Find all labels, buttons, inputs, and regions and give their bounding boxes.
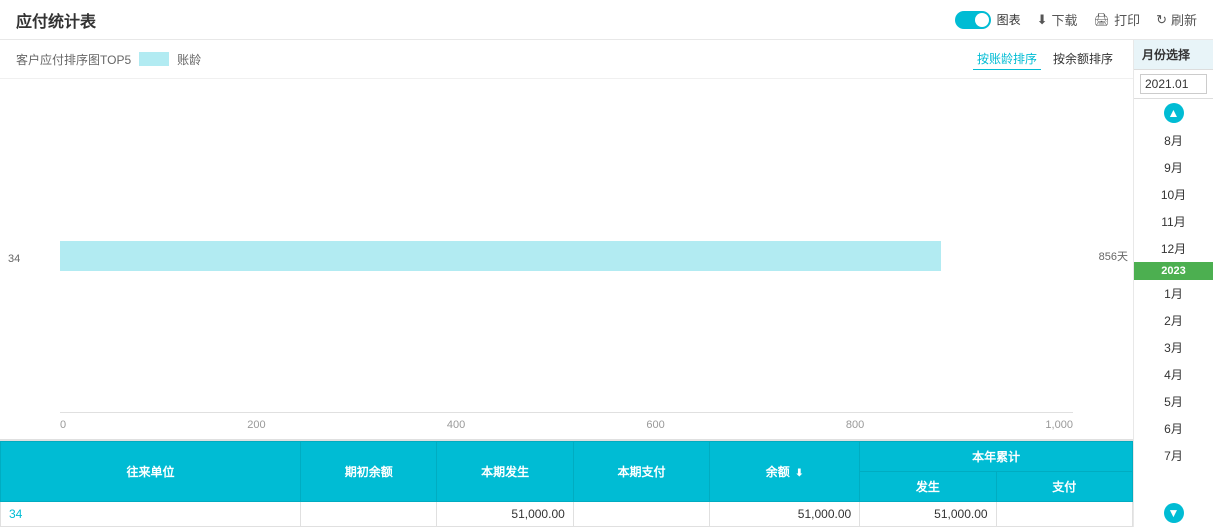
th-ytd: 本年累计 <box>860 442 1133 472</box>
sidebar-month-item[interactable]: 3月 <box>1134 334 1213 361</box>
print-button[interactable]: 🖨 打印 <box>1094 10 1141 29</box>
td-period-occur: 51,000.00 <box>437 502 573 527</box>
chart-toggle-label: 图表 <box>997 11 1021 28</box>
sidebar-nav-up[interactable]: ▲ <box>1134 99 1213 127</box>
sidebar-month-item[interactable]: 11月 <box>1134 208 1213 235</box>
chart-body: 34 856天 0 200 400 600 800 1,000 <box>0 79 1133 439</box>
chart-toggle[interactable] <box>955 11 991 29</box>
td-balance: 51,000.00 <box>710 502 860 527</box>
chart-section: 客户应付排序图TOP5 账龄 按账龄排序 按余额排序 34 856天 <box>0 40 1133 527</box>
up-arrow-icon[interactable]: ▲ <box>1164 103 1184 123</box>
bar-row: 856天 <box>60 241 1073 271</box>
sidebar-title: 月份选择 <box>1134 40 1213 70</box>
download-button[interactable]: ⬇ 下载 <box>1037 10 1078 29</box>
sidebar-month-item[interactable]: 2月 <box>1134 307 1213 334</box>
x-tick-200: 200 <box>247 419 265 431</box>
table-row: 34 51,000.00 51,000.00 51,000.00 <box>1 502 1133 527</box>
x-tick-1000: 1,000 <box>1045 419 1073 431</box>
sidebar-nav-down[interactable]: ▼ <box>1134 499 1213 527</box>
th-balance: 余额 ⬇ <box>710 442 860 502</box>
th-period-occur: 本期发生 <box>437 442 573 502</box>
bar-y-label: 34 <box>8 253 20 265</box>
bar-value-label: 856天 <box>1099 248 1128 264</box>
x-axis-line <box>60 412 1073 413</box>
main-content: 客户应付排序图TOP5 账龄 按账龄排序 按余额排序 34 856天 <box>0 40 1213 527</box>
header-actions: 图表 ⬇ 下载 🖨 打印 ↻ 刷新 <box>955 10 1197 29</box>
sidebar-year-input[interactable] <box>1140 74 1207 94</box>
sidebar-month-item[interactable]: 6月 <box>1134 415 1213 442</box>
legend-box <box>139 52 169 66</box>
sidebar-month-item[interactable]: 9月 <box>1134 154 1213 181</box>
data-table: 往来单位 期初余额 本期发生 本期支付 余额 ⬇ 本年累计 发生 <box>0 441 1133 527</box>
legend-item-label: 账龄 <box>177 51 201 68</box>
x-tick-0: 0 <box>60 419 66 431</box>
print-icon: 🖨 <box>1094 12 1111 28</box>
sort-by-balance-button[interactable]: 按账龄排序 <box>973 48 1041 70</box>
header: 应付统计表 图表 ⬇ 下载 🖨 打印 ↻ 刷新 <box>0 0 1213 40</box>
bar-fill <box>60 241 941 271</box>
legend-title: 客户应付排序图TOP5 <box>16 51 131 68</box>
download-icon: ⬇ <box>1037 12 1048 28</box>
sidebar: 月份选择 ▲ 8月9月10月11月12月20231月2月3月4月5月6月7月 ▼ <box>1133 40 1213 527</box>
sidebar-month-item[interactable]: 5月 <box>1134 388 1213 415</box>
th-period-balance: 期初余额 <box>301 442 437 502</box>
th-ytd-pay: 支付 <box>996 472 1132 502</box>
td-unit-name: 34 <box>1 502 301 527</box>
page-title: 应付统计表 <box>16 8 96 32</box>
sort-buttons: 按账龄排序 按余额排序 <box>973 48 1117 70</box>
sidebar-months: 8月9月10月11月12月20231月2月3月4月5月6月7月 <box>1134 127 1213 499</box>
table-section: 往来单位 期初余额 本期发生 本期支付 余额 ⬇ 本年累计 发生 <box>0 439 1133 527</box>
th-period-pay: 本期支付 <box>573 442 709 502</box>
x-axis: 0 200 400 600 800 1,000 <box>60 419 1073 431</box>
td-ytd-occur: 51,000.00 <box>860 502 996 527</box>
sidebar-month-item[interactable]: 4月 <box>1134 361 1213 388</box>
td-period-balance <box>301 502 437 527</box>
sidebar-month-item[interactable]: 10月 <box>1134 181 1213 208</box>
sidebar-month-item[interactable]: 7月 <box>1134 442 1213 469</box>
chart-toggle-wrapper: 图表 <box>955 11 1021 29</box>
chart-header: 客户应付排序图TOP5 账龄 按账龄排序 按余额排序 <box>0 40 1133 79</box>
th-unit-name: 往来单位 <box>1 442 301 502</box>
page-container: 应付统计表 图表 ⬇ 下载 🖨 打印 ↻ 刷新 <box>0 0 1213 527</box>
refresh-icon: ↻ <box>1156 12 1167 28</box>
sidebar-month-item[interactable]: 1月 <box>1134 280 1213 307</box>
sidebar-month-item[interactable]: 8月 <box>1134 127 1213 154</box>
refresh-button[interactable]: ↻ 刷新 <box>1156 10 1197 29</box>
td-ytd-pay <box>996 502 1132 527</box>
td-period-pay <box>573 502 709 527</box>
down-arrow-icon[interactable]: ▼ <box>1164 503 1184 523</box>
sidebar-year-input-wrapper <box>1134 70 1213 99</box>
chart-legend: 客户应付排序图TOP5 账龄 <box>16 51 201 68</box>
th-ytd-occur: 发生 <box>860 472 996 502</box>
x-tick-600: 600 <box>646 419 664 431</box>
sidebar-month-item[interactable]: 2023 <box>1134 262 1213 280</box>
sort-by-amount-button[interactable]: 按余额排序 <box>1049 48 1117 70</box>
x-tick-400: 400 <box>447 419 465 431</box>
sidebar-month-item[interactable]: 12月 <box>1134 235 1213 262</box>
x-tick-800: 800 <box>846 419 864 431</box>
